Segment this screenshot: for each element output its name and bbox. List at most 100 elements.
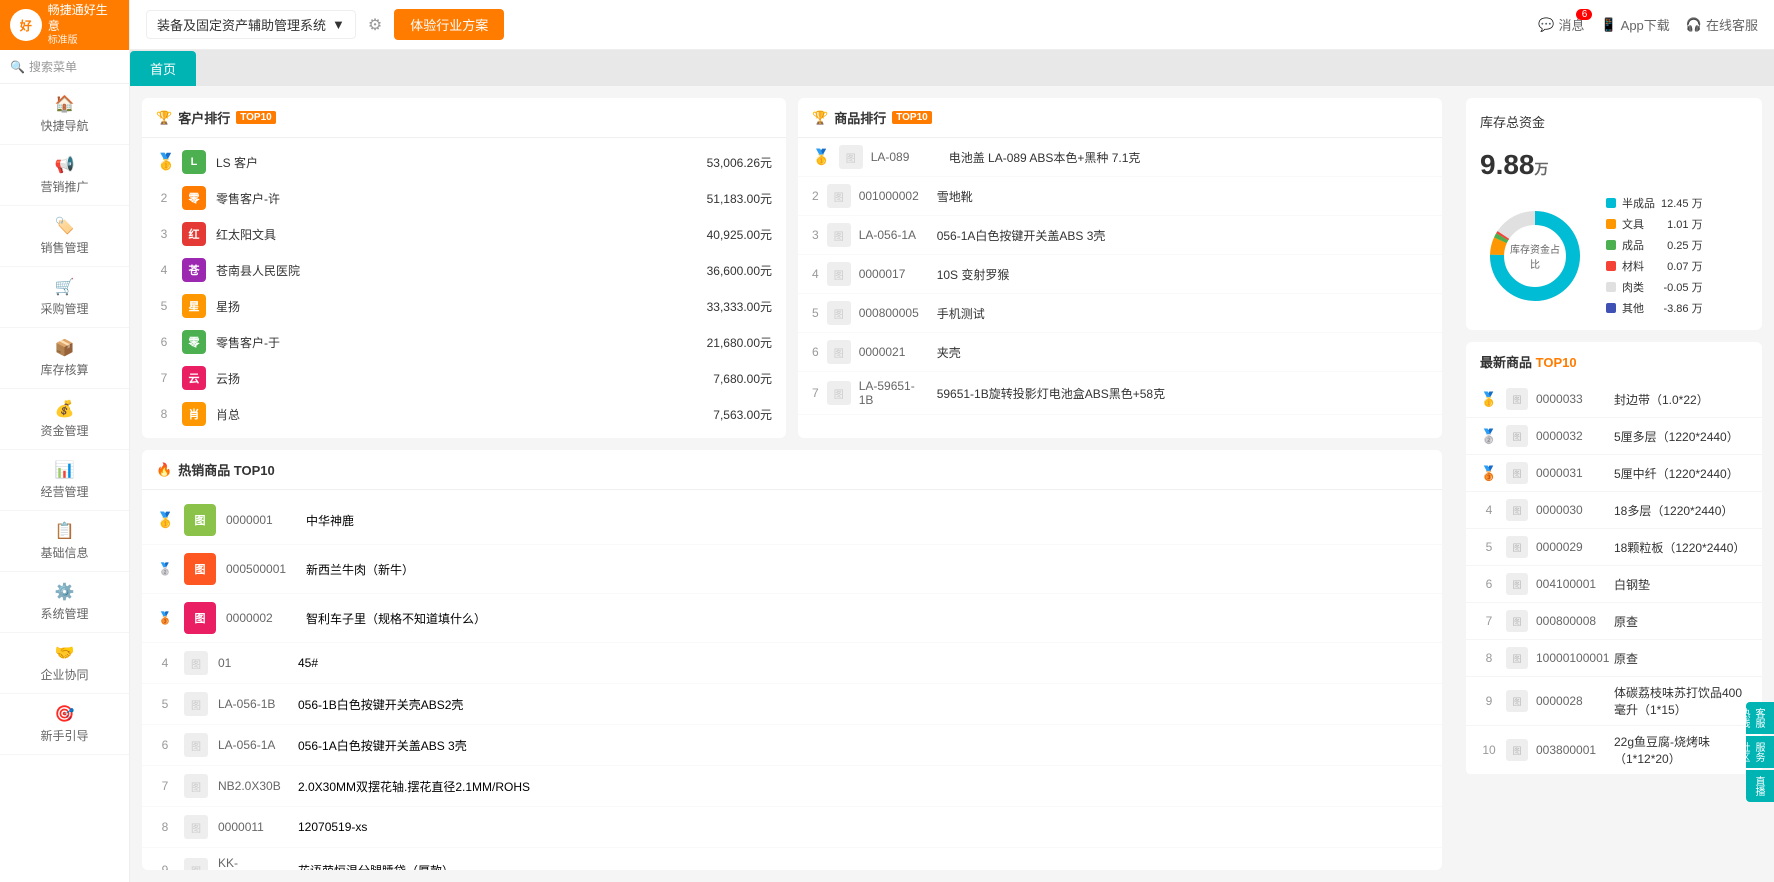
sidebar-search[interactable]: 🔍 搜索菜单 [0, 50, 129, 84]
tab-home[interactable]: 首页 [130, 51, 196, 86]
product-name: 夹壳 [937, 344, 1428, 361]
legend-color [1606, 219, 1616, 229]
customer-amount: 33,333.00元 [707, 298, 772, 315]
customer-amount: 7,680.00元 [713, 370, 772, 387]
customer-name: 红太阳文具 [216, 226, 697, 243]
list-item: 5 图 LA-056-1B 056-1B白色按键开关壳ABS2壳 [142, 684, 1442, 725]
product-code: 003800001 [1536, 743, 1606, 757]
table-row: 3 红 红太阳文具 40,925.00元 [142, 216, 786, 252]
product-code: 001000002 [859, 189, 929, 203]
legend-item: 成品 0.25 万 [1606, 237, 1703, 253]
product-thumbnail: 图 [184, 553, 216, 585]
sidebar-item-guide[interactable]: 🎯 新手引导 [0, 694, 129, 755]
product-code: 0000011 [218, 820, 288, 834]
product-name: 10S 变射罗猴 [937, 266, 1428, 283]
product-name: 手机测试 [937, 305, 1428, 322]
product-code: 0000032 [1536, 429, 1606, 443]
product-thumbnail: 图 [1506, 388, 1528, 410]
search-icon: 🔍 [10, 60, 25, 74]
list-item: 🥉 图 0000002 智利车子里（规格不知道填什么） [142, 594, 1442, 643]
donut-center-label: 库存资金占比 [1508, 241, 1563, 271]
trial-button[interactable]: 体验行业方案 [394, 9, 504, 40]
service-community-button[interactable]: 服务社区 [1746, 736, 1774, 768]
product-code: 0000021 [859, 345, 929, 359]
sidebar-item-inventory[interactable]: 📦 库存核算 [0, 328, 129, 389]
list-item: 10 图 003800001 22g鱼豆腐-烧烤味（1*12*20） [1466, 726, 1762, 775]
app-download-button[interactable]: 📱 App下载 [1600, 15, 1669, 34]
product-code: 000500001 [226, 562, 296, 576]
product-thumbnail: 图 [1506, 462, 1528, 484]
product-name: 5厘中纤（1220*2440） [1614, 465, 1748, 482]
customer-amount: 53,006.26元 [707, 154, 772, 171]
phone-icon: 📱 [1600, 17, 1616, 33]
product-thumbnail: 图 [827, 184, 851, 208]
avatar: 肖 [182, 402, 206, 426]
rank-number: 9 [1480, 694, 1498, 708]
legend-color [1606, 240, 1616, 250]
sidebar-item-cooperation[interactable]: 🤝 企业协同 [0, 633, 129, 694]
table-row: 7 图 LA-59651-1B 59651-1B旋转投影灯电池盒ABS黑色+58… [798, 372, 1442, 415]
product-code: 0000002 [226, 611, 296, 625]
inventory-total: 9.88万 [1480, 149, 1748, 181]
list-item: 🥈 图 0000032 5厘多层（1220*2440） [1466, 418, 1762, 455]
logo-icon: 好 [10, 9, 42, 41]
rank-number: 7 [156, 371, 172, 385]
sidebar-nav: 🏠 快捷导航 📢 营销推广 🏷️ 销售管理 🛒 采购管理 📦 库存核算 💰 资金… [0, 84, 129, 882]
rank-number: 5 [156, 697, 174, 711]
list-item: 9 图 KK-SD22110H 花语萌恒温分腿睡袋（厚款） [142, 848, 1442, 870]
hot-products-list: 🥇 图 0000001 中华神鹿 🥈 图 000500001 新西兰牛肉（新牛）… [142, 490, 1442, 870]
product-name: 22g鱼豆腐-烧烤味（1*12*20） [1614, 733, 1748, 767]
product-thumbnail: 图 [827, 301, 851, 325]
legend-item: 肉类 -0.05 万 [1606, 279, 1703, 295]
sidebar: 好 畅捷通好生意 标准版 🔍 搜索菜单 🏠 快捷导航 📢 营销推广 🏷️ 销售管… [0, 0, 130, 882]
rank-number: 3 [812, 228, 819, 242]
product-name: 中华神鹿 [306, 512, 354, 529]
rank-number: 8 [156, 407, 172, 421]
inventory-legend: 半成品 12.45 万 文具 1.01 万 成品 0.25 万 [1606, 195, 1703, 316]
live-stream-button[interactable]: 直播 [1746, 770, 1774, 802]
marketing-icon: 📢 [55, 155, 75, 175]
avatar: 零 [182, 330, 206, 354]
rank-number: 6 [1480, 577, 1498, 591]
sidebar-item-finance[interactable]: 💰 资金管理 [0, 389, 129, 450]
online-service-button[interactable]: 🎧 在线客服 [1686, 15, 1758, 34]
headset-icon: 🎧 [1686, 17, 1702, 33]
product-code: LA-056-1A [218, 738, 288, 752]
customer-amount: 36,600.00元 [707, 262, 772, 279]
settings-icon[interactable]: ⚙ [368, 15, 382, 35]
table-row: 7 云 云扬 7,680.00元 [142, 360, 786, 396]
customer-name: 零售客户-许 [216, 190, 697, 207]
sidebar-item-marketing[interactable]: 📢 营销推广 [0, 145, 129, 206]
top-panels: 🏆 客户排行 TOP10 🥇 L LS 客户 53,006.26元 2 [142, 98, 1442, 438]
product-code: NB2.0X30B [218, 779, 288, 793]
list-item: 6 图 004100001 白钢垫 [1466, 566, 1762, 603]
sidebar-item-base-info[interactable]: 📋 基础信息 [0, 511, 129, 572]
sidebar-item-sales[interactable]: 🏷️ 销售管理 [0, 206, 129, 267]
sidebar-item-operation[interactable]: 📊 经营管理 [0, 450, 129, 511]
sidebar-item-quick-nav[interactable]: 🏠 快捷导航 [0, 84, 129, 145]
rank-number: 7 [156, 779, 174, 793]
list-item: 4 图 01 45# [142, 643, 1442, 684]
product-ranking-header: 🏆 商品排行 TOP10 [798, 98, 1442, 138]
product-name: 59651-1B旋转投影灯电池盒ABS黑色+58克 [937, 385, 1428, 402]
system-selector[interactable]: 装备及固定资产辅助管理系统 ▼ [146, 10, 356, 39]
customer-service-button[interactable]: 客服热线 [1746, 702, 1774, 734]
table-row: 3 图 LA-056-1A 056-1A白色按键开关盖ABS 3壳 [798, 216, 1442, 255]
sidebar-item-purchase[interactable]: 🛒 采购管理 [0, 267, 129, 328]
topbar: 装备及固定资产辅助管理系统 ▼ ⚙ 体验行业方案 💬 消息 6 📱 App下载 … [130, 0, 1774, 50]
product-thumbnail: 图 [827, 340, 851, 364]
product-name: 雪地靴 [937, 188, 1428, 205]
legend-color [1606, 261, 1616, 271]
product-thumbnail: 图 [184, 602, 216, 634]
home-icon: 🏠 [55, 94, 75, 114]
rank-number: 5 [1480, 540, 1498, 554]
customer-name: 云扬 [216, 370, 703, 387]
list-item: 🥉 图 0000031 5厘中纤（1220*2440） [1466, 455, 1762, 492]
donut-chart: 库存资金占比 [1480, 201, 1590, 311]
avatar: 星 [182, 294, 206, 318]
content: 🏆 客户排行 TOP10 🥇 L LS 客户 53,006.26元 2 [130, 86, 1774, 882]
sidebar-item-system[interactable]: ⚙️ 系统管理 [0, 572, 129, 633]
messages-button[interactable]: 💬 消息 6 [1538, 15, 1584, 34]
product-thumbnail: 图 [827, 381, 851, 405]
product-code: 000800008 [1536, 614, 1606, 628]
